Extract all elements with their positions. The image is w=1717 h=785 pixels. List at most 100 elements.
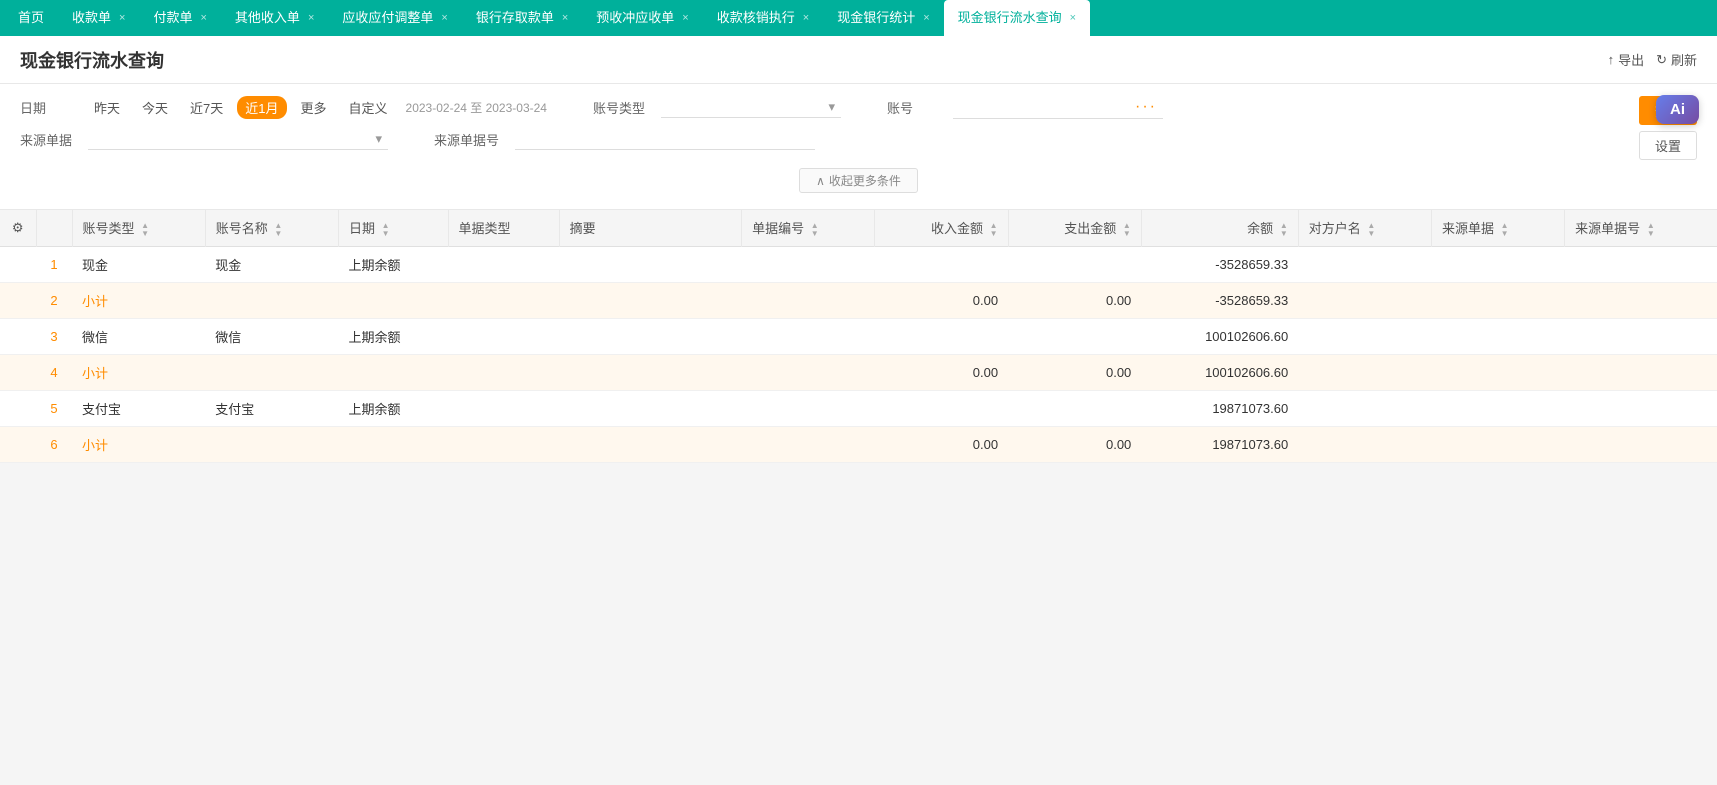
table-cell bbox=[0, 426, 36, 462]
sort-icon: ▲▼ bbox=[811, 222, 819, 238]
table-cell bbox=[875, 318, 1008, 354]
close-icon[interactable]: × bbox=[308, 0, 314, 36]
close-icon[interactable]: × bbox=[200, 0, 206, 36]
source-doc-num-input[interactable] bbox=[515, 130, 815, 150]
settings-button[interactable]: 设置 bbox=[1639, 131, 1697, 160]
table-row: 4小计0.000.00100102606.60 bbox=[0, 354, 1717, 390]
top-navigation: 首页 收款单 × 付款单 × 其他收入单 × 应收应付调整单 × 银行存取款单 … bbox=[0, 0, 1717, 36]
table-cell bbox=[1565, 390, 1717, 426]
collapse-button[interactable]: ∧ 收起更多条件 bbox=[799, 168, 918, 193]
nav-tab-3[interactable]: 应收应付调整单 × bbox=[328, 0, 461, 36]
nav-home[interactable]: 首页 bbox=[4, 0, 58, 36]
table-cell bbox=[205, 426, 338, 462]
table-cell: 100102606.60 bbox=[1141, 354, 1298, 390]
table-cell: 0.00 bbox=[875, 354, 1008, 390]
table-cell bbox=[742, 426, 875, 462]
table-row: 6小计0.000.0019871073.60 bbox=[0, 426, 1717, 462]
close-icon[interactable]: × bbox=[441, 0, 447, 36]
close-icon[interactable]: × bbox=[1070, 0, 1076, 36]
table-cell bbox=[448, 318, 559, 354]
date-option-custom[interactable]: 自定义 bbox=[341, 96, 396, 119]
th-source-doc-no[interactable]: 来源单据号 ▲▼ bbox=[1565, 210, 1717, 246]
table-cell: 19871073.60 bbox=[1141, 426, 1298, 462]
date-option-1month[interactable]: 近1月 bbox=[237, 96, 286, 119]
nav-tab-0[interactable]: 收款单 × bbox=[58, 0, 139, 36]
export-button[interactable]: ↑ 导出 bbox=[1608, 50, 1645, 69]
filter-row-1: 日期 昨天 今天 近7天 近1月 更多 自定义 2023-02-24 至 202… bbox=[20, 96, 1603, 119]
table-cell bbox=[559, 354, 742, 390]
th-income[interactable]: 收入金额 ▲▼ bbox=[875, 210, 1008, 246]
nav-tab-4[interactable]: 银行存取款单 × bbox=[462, 0, 582, 36]
nav-tab-7[interactable]: 现金银行统计 × bbox=[823, 0, 943, 36]
table-cell bbox=[1298, 246, 1431, 282]
close-icon[interactable]: × bbox=[562, 0, 568, 36]
account-browse-button[interactable]: ··· bbox=[1135, 98, 1157, 116]
th-account-type[interactable]: 账号类型 ▲▼ bbox=[72, 210, 205, 246]
account-type-select[interactable]: ▾ bbox=[661, 97, 841, 118]
th-doc-no[interactable]: 单据编号 ▲▼ bbox=[742, 210, 875, 246]
table-cell: -3528659.33 bbox=[1141, 246, 1298, 282]
table-cell bbox=[448, 282, 559, 318]
account-text-input[interactable] bbox=[959, 100, 1135, 115]
date-option-yesterday[interactable]: 昨天 bbox=[86, 96, 128, 119]
table-cell: 0.00 bbox=[875, 282, 1008, 318]
table-cell bbox=[448, 390, 559, 426]
table-cell bbox=[875, 246, 1008, 282]
date-option-more[interactable]: 更多 bbox=[293, 96, 335, 119]
th-date[interactable]: 日期 ▲▼ bbox=[338, 210, 448, 246]
table-cell bbox=[1431, 426, 1564, 462]
table-cell bbox=[559, 390, 742, 426]
th-counterparty[interactable]: 对方户名 ▲▼ bbox=[1298, 210, 1431, 246]
th-expense[interactable]: 支出金额 ▲▼ bbox=[1008, 210, 1141, 246]
table-cell: 小计 bbox=[72, 354, 205, 390]
account-type-label: 账号类型 bbox=[593, 98, 645, 117]
table-cell: 微信 bbox=[205, 318, 338, 354]
table-cell: -3528659.33 bbox=[1141, 282, 1298, 318]
th-account-name[interactable]: 账号名称 ▲▼ bbox=[205, 210, 338, 246]
date-option-7days[interactable]: 近7天 bbox=[182, 96, 231, 119]
table-cell: 支付宝 bbox=[72, 390, 205, 426]
filter-row-2: 来源单据 ▾ 来源单据号 bbox=[20, 129, 1603, 150]
th-gear[interactable]: ⚙ bbox=[0, 210, 36, 246]
table-cell bbox=[742, 246, 875, 282]
table-cell bbox=[559, 426, 742, 462]
table-cell: 0.00 bbox=[875, 426, 1008, 462]
chevron-up-icon: ∧ bbox=[816, 174, 825, 188]
table-cell bbox=[338, 354, 448, 390]
source-doc-label: 来源单据 bbox=[20, 130, 72, 149]
source-doc-num-text-input[interactable] bbox=[521, 132, 809, 147]
ai-badge[interactable]: Ai bbox=[1656, 95, 1699, 124]
table-cell bbox=[0, 246, 36, 282]
account-input[interactable]: ··· bbox=[953, 96, 1163, 119]
nav-tab-6[interactable]: 收款核销执行 × bbox=[703, 0, 823, 36]
table-cell: 5 bbox=[36, 390, 72, 426]
nav-tab-8[interactable]: 现金银行流水查询 × bbox=[944, 0, 1090, 36]
refresh-button[interactable]: ↻ 刷新 bbox=[1656, 50, 1697, 69]
close-icon[interactable]: × bbox=[682, 0, 688, 36]
table-cell: 0.00 bbox=[1008, 354, 1141, 390]
nav-tab-1[interactable]: 付款单 × bbox=[139, 0, 220, 36]
nav-tab-5[interactable]: 预收冲应收单 × bbox=[582, 0, 702, 36]
refresh-icon: ↻ bbox=[1656, 52, 1667, 68]
table-cell: 小计 bbox=[72, 426, 205, 462]
source-doc-select[interactable]: ▾ bbox=[88, 129, 388, 150]
table-cell bbox=[338, 426, 448, 462]
sort-icon: ▲▼ bbox=[382, 222, 390, 238]
th-balance[interactable]: 余额 ▲▼ bbox=[1141, 210, 1298, 246]
table-row: 2小计0.000.00-3528659.33 bbox=[0, 282, 1717, 318]
table-row: 1现金现金上期余额-3528659.33 bbox=[0, 246, 1717, 282]
source-doc-num-label: 来源单据号 bbox=[434, 130, 499, 149]
date-range-display: 2023-02-24 至 2023-03-24 bbox=[406, 99, 547, 116]
table-cell bbox=[875, 390, 1008, 426]
close-icon[interactable]: × bbox=[119, 0, 125, 36]
nav-tab-2[interactable]: 其他收入单 × bbox=[221, 0, 328, 36]
close-icon[interactable]: × bbox=[803, 0, 809, 36]
table-cell: 1 bbox=[36, 246, 72, 282]
date-option-today[interactable]: 今天 bbox=[134, 96, 176, 119]
th-source-doc[interactable]: 来源单据 ▲▼ bbox=[1431, 210, 1564, 246]
table-cell: 3 bbox=[36, 318, 72, 354]
table-cell bbox=[1298, 426, 1431, 462]
table-cell bbox=[338, 282, 448, 318]
close-icon[interactable]: × bbox=[923, 0, 929, 36]
sort-icon: ▲▼ bbox=[1280, 222, 1288, 238]
